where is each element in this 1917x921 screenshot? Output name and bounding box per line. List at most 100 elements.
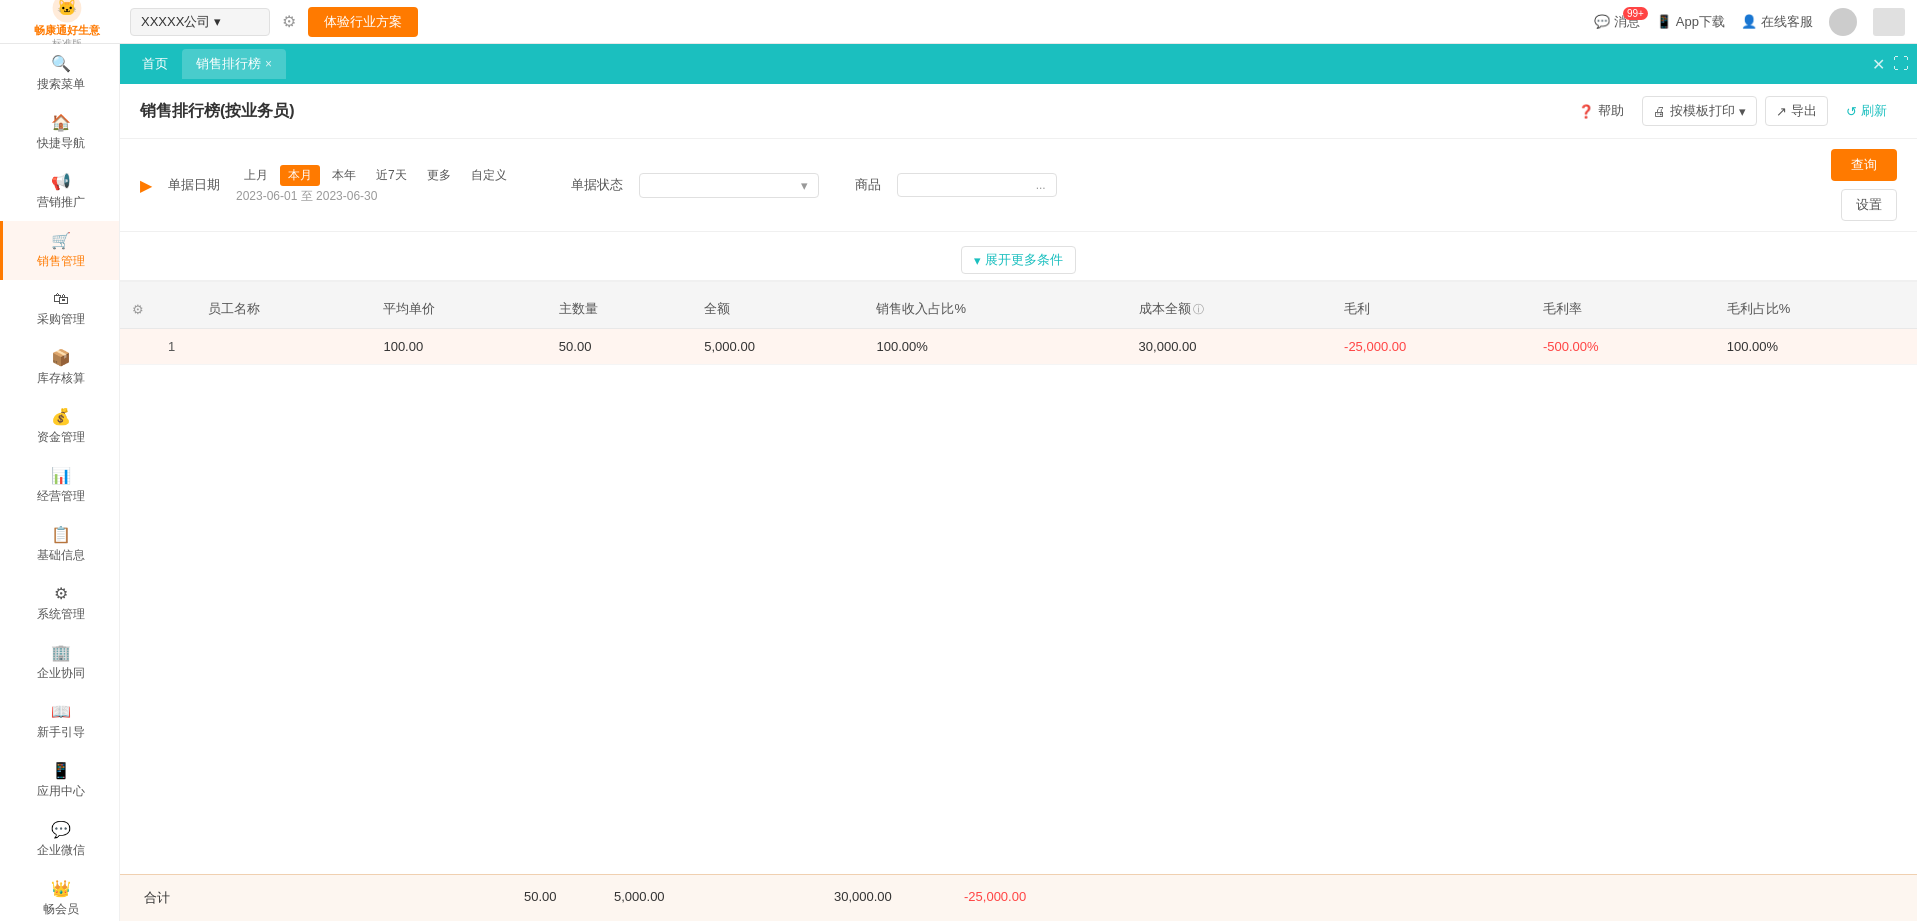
col-qty: 主数量 bbox=[547, 290, 692, 329]
sidebar-item-inventory[interactable]: 📦 库存核算 bbox=[0, 338, 119, 397]
date-tabs: 上月 本月 本年 近7天 更多 自定义 bbox=[236, 165, 515, 186]
member-icon: 👑 bbox=[51, 879, 71, 898]
col-avg-price: 平均单价 bbox=[371, 290, 546, 329]
cell-qty: 50.00 bbox=[547, 329, 692, 365]
col-cost: 成本全额ⓘ bbox=[1127, 290, 1332, 329]
cell-rank: 1 bbox=[156, 329, 196, 365]
footer-amount: 5,000.00 bbox=[602, 885, 702, 911]
app-download-button[interactable]: 📱 App下载 bbox=[1656, 13, 1725, 31]
col-gross: 毛利 bbox=[1332, 290, 1531, 329]
refresh-icon: ↺ bbox=[1846, 104, 1857, 119]
refresh-label: 刷新 bbox=[1861, 102, 1887, 120]
tab-bar-right: ✕ ⛶ bbox=[1872, 55, 1909, 74]
sidebar-item-label: 营销推广 bbox=[37, 194, 85, 211]
tab-sales-ranking[interactable]: 销售排行榜 × bbox=[182, 49, 286, 79]
footer-gross: -25,000.00 bbox=[952, 885, 1038, 911]
export-button[interactable]: ↗ 导出 bbox=[1765, 96, 1828, 126]
marketing-icon: 📢 bbox=[51, 172, 71, 191]
print-button[interactable]: 🖨 按模板打印 ▾ bbox=[1642, 96, 1757, 126]
col-amount: 全额 bbox=[692, 290, 864, 329]
sidebar-item-label: 采购管理 bbox=[37, 311, 85, 328]
page-header: 销售排行榜(按业务员) ❓ 帮助 🖨 按模板打印 ▾ bbox=[120, 84, 1917, 139]
filter-row: ▶ 单据日期 上月 本月 本年 近7天 更多 自定义 bbox=[140, 149, 1897, 221]
column-settings-icon[interactable]: ⚙ bbox=[132, 302, 144, 317]
date-range-display: 2023-06-01 至 2023-06-30 bbox=[236, 188, 515, 205]
sidebar-item-guide[interactable]: 📖 新手引导 bbox=[0, 692, 119, 751]
sidebar-item-sales[interactable]: 🛒 销售管理 bbox=[0, 221, 119, 280]
sidebar-item-shortcut[interactable]: 🏠 快捷导航 bbox=[0, 103, 119, 162]
sidebar-nav: 🔍 搜索菜单 🏠 快捷导航 📢 营销推广 🛒 销售管理 🛍 采购管 bbox=[0, 44, 119, 921]
chevron-down-icon: ▾ bbox=[214, 14, 221, 29]
sidebar-item-enterprise[interactable]: 🏢 企业协同 bbox=[0, 633, 119, 692]
sidebar-item-system[interactable]: ⚙ 系统管理 bbox=[0, 574, 119, 633]
col-settings[interactable]: ⚙ bbox=[120, 290, 156, 329]
date-tab-more[interactable]: 更多 bbox=[419, 165, 459, 186]
table-row: 1 100.00 50.00 5,000.00 100.00% 30,000.0… bbox=[120, 329, 1917, 365]
sidebar-item-label: 企业微信 bbox=[37, 842, 85, 859]
sidebar-item-basic[interactable]: 📋 基础信息 bbox=[0, 515, 119, 574]
footer-qty: 50.00 bbox=[512, 885, 602, 911]
avatar[interactable] bbox=[1829, 8, 1857, 36]
sidebar: 🔍 搜索菜单 🏠 快捷导航 📢 营销推广 🛒 销售管理 🛍 采购管 bbox=[0, 44, 120, 921]
top-right-actions: 💬 消息 99+ 📱 App下载 👤 在线客服 bbox=[1594, 8, 1905, 36]
sidebar-item-finance[interactable]: 💰 资金管理 bbox=[0, 397, 119, 456]
help-icon: ❓ bbox=[1578, 104, 1594, 119]
col-rank bbox=[156, 290, 196, 329]
sidebar-item-marketing[interactable]: 📢 营销推广 bbox=[0, 162, 119, 221]
enterprise-icon: 🏢 bbox=[51, 643, 71, 662]
tab-close-icon[interactable]: × bbox=[265, 57, 272, 71]
message-button[interactable]: 💬 消息 99+ bbox=[1594, 13, 1640, 31]
home-icon: 🏠 bbox=[51, 113, 71, 132]
date-tab-last-month[interactable]: 上月 bbox=[236, 165, 276, 186]
service-icon: 👤 bbox=[1741, 14, 1757, 29]
date-tab-this-month[interactable]: 本月 bbox=[280, 165, 320, 186]
cost-info-icon[interactable]: ⓘ bbox=[1193, 303, 1204, 315]
cell-gross-rate: -500.00% bbox=[1531, 329, 1715, 365]
col-name-label: 员工名称 bbox=[208, 301, 260, 316]
sidebar-item-apps[interactable]: 📱 应用中心 bbox=[0, 751, 119, 810]
sidebar-item-label: 快捷导航 bbox=[37, 135, 85, 152]
page-content: 销售排行榜(按业务员) ❓ 帮助 🖨 按模板打印 ▾ bbox=[120, 84, 1917, 921]
sales-icon: 🛒 bbox=[51, 231, 71, 250]
set-button[interactable]: 设置 bbox=[1841, 189, 1897, 221]
cell-amount: 5,000.00 bbox=[692, 329, 864, 365]
help-button[interactable]: ❓ 帮助 bbox=[1568, 97, 1634, 125]
trial-button[interactable]: 体验行业方案 bbox=[308, 7, 418, 37]
date-tab-this-year[interactable]: 本年 bbox=[324, 165, 364, 186]
status-chevron-icon: ▾ bbox=[801, 178, 808, 193]
tab-home-label: 首页 bbox=[142, 55, 168, 73]
expand-button[interactable]: ▾ 展开更多条件 bbox=[961, 246, 1076, 274]
online-service-label: 在线客服 bbox=[1761, 13, 1813, 31]
date-filter-icon: ▶ bbox=[140, 176, 152, 195]
sidebar-item-wechat[interactable]: 💬 企业微信 bbox=[0, 810, 119, 869]
content-area: 首页 销售排行榜 × ✕ ⛶ 销售排行榜(按业务员) bbox=[120, 44, 1917, 921]
app-download-label: App下载 bbox=[1676, 13, 1725, 31]
goods-label: 商品 bbox=[855, 176, 881, 194]
company-selector[interactable]: XXXXX公司 ▾ bbox=[130, 8, 270, 36]
status-label: 单据状态 bbox=[571, 176, 623, 194]
tab-home[interactable]: 首页 bbox=[128, 49, 182, 79]
cell-gross-pct: 100.00% bbox=[1715, 329, 1917, 365]
refresh-button[interactable]: ↺ 刷新 bbox=[1836, 97, 1897, 125]
date-tab-custom[interactable]: 自定义 bbox=[463, 165, 515, 186]
date-tab-7days[interactable]: 近7天 bbox=[368, 165, 415, 186]
window-close-icon[interactable]: ✕ bbox=[1872, 55, 1885, 74]
sidebar-item-purchase[interactable]: 🛍 采购管理 bbox=[0, 280, 119, 338]
sidebar-item-member[interactable]: 👑 畅会员 bbox=[0, 869, 119, 921]
sidebar-item-operations[interactable]: 📊 经营管理 bbox=[0, 456, 119, 515]
page-title: 销售排行榜(按业务员) bbox=[140, 101, 295, 134]
window-maximize-icon[interactable]: ⛶ bbox=[1893, 55, 1909, 74]
expand-row: ▾ 展开更多条件 bbox=[120, 232, 1917, 281]
cell-gross: -25,000.00 bbox=[1332, 329, 1531, 365]
online-service-button[interactable]: 👤 在线客服 bbox=[1741, 13, 1813, 31]
status-select[interactable]: ▾ bbox=[639, 173, 819, 198]
export-icon: ↗ bbox=[1776, 104, 1787, 119]
goods-dots: ... bbox=[1036, 178, 1046, 192]
sidebar-item-search[interactable]: 🔍 搜索菜单 bbox=[0, 44, 119, 103]
sidebar-item-label: 资金管理 bbox=[37, 429, 85, 446]
goods-input[interactable]: ... bbox=[897, 173, 1057, 197]
tab-bar: 首页 销售排行榜 × ✕ ⛶ bbox=[120, 44, 1917, 84]
footer-avg-price bbox=[412, 885, 512, 911]
query-button[interactable]: 查询 bbox=[1831, 149, 1897, 181]
settings-icon[interactable]: ⚙ bbox=[278, 8, 300, 35]
